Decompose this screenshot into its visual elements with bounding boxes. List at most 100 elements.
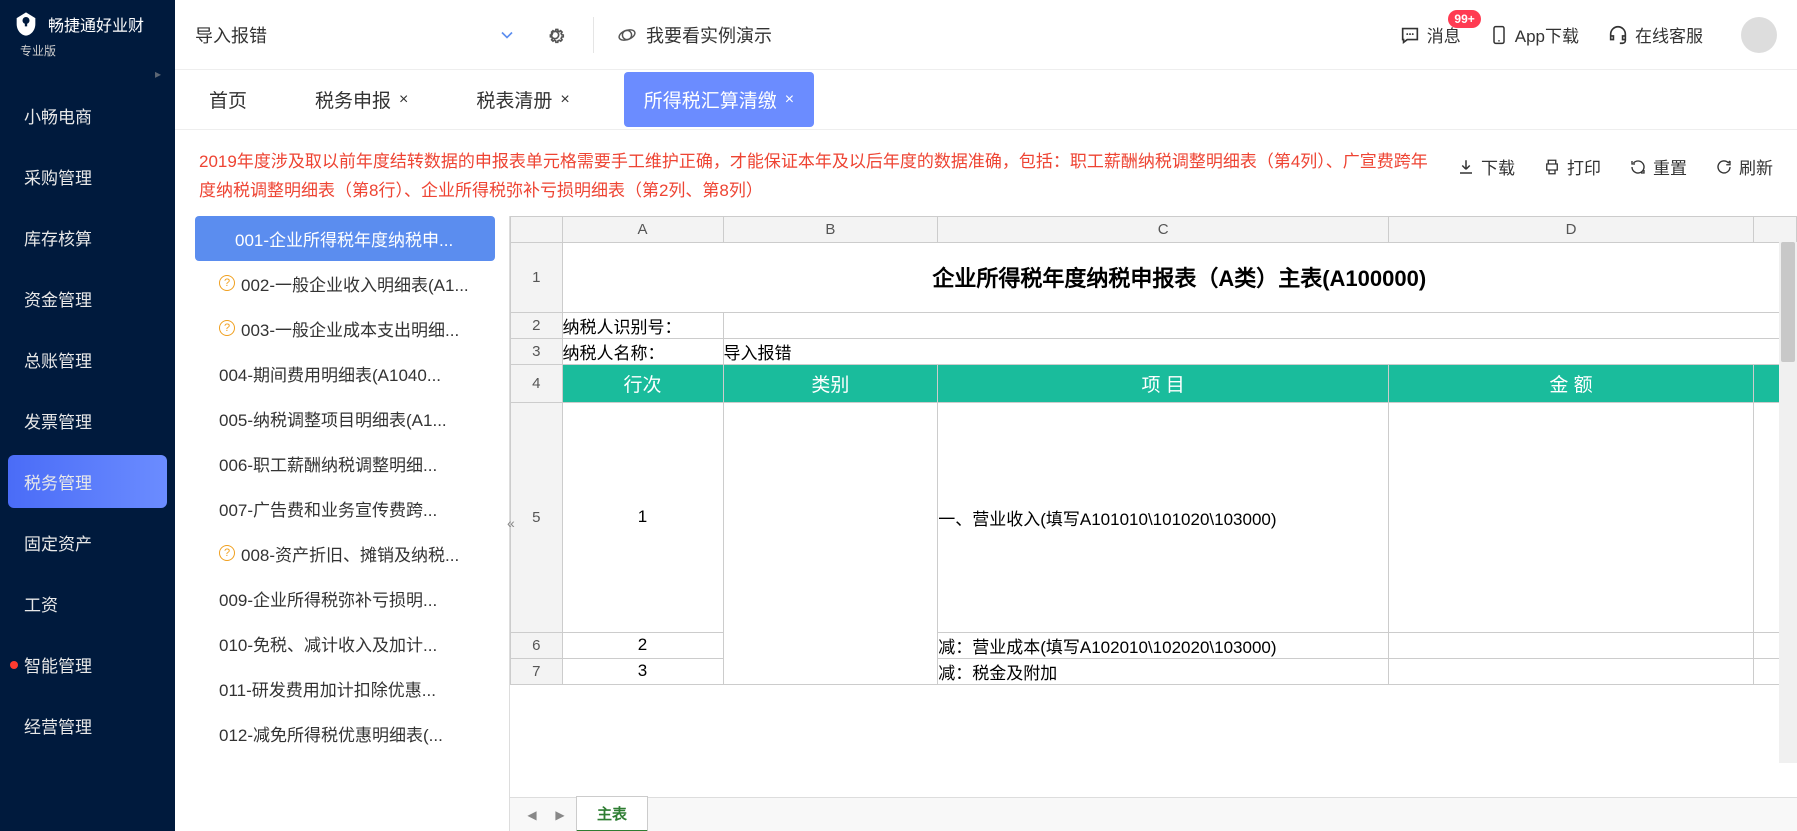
- gear-icon[interactable]: [539, 19, 571, 51]
- sidebar-item-label: 小畅电商: [24, 108, 92, 127]
- sidebar-item[interactable]: 工资: [0, 573, 175, 634]
- col-header[interactable]: A: [562, 216, 723, 242]
- sidebar-item-truncated[interactable]: [0, 67, 175, 85]
- cell[interactable]: [723, 402, 938, 684]
- cell[interactable]: 1: [562, 402, 723, 632]
- collapse-handle[interactable]: «: [507, 515, 515, 531]
- header-cell[interactable]: 行次: [562, 364, 723, 402]
- form-list-item[interactable]: 009-企业所得税弥补亏损明...: [195, 576, 495, 621]
- question-icon: ?: [219, 320, 235, 336]
- form-list-item[interactable]: 001-企业所得税年度纳税申...: [195, 216, 495, 261]
- col-header[interactable]: [1754, 216, 1797, 242]
- message-icon: [1399, 24, 1421, 46]
- sheet-corner[interactable]: [511, 216, 563, 242]
- sidebar-item-label: 固定资产: [24, 535, 92, 554]
- sidebar-item[interactable]: 固定资产: [0, 512, 175, 573]
- form-list-item[interactable]: 006-职工薪酬纳税调整明细...: [195, 441, 495, 486]
- avatar[interactable]: [1741, 17, 1777, 53]
- row-header[interactable]: 6: [511, 632, 563, 658]
- cell[interactable]: 纳税人识别号：: [562, 312, 723, 338]
- sidebar-item[interactable]: 采购管理: [0, 146, 175, 207]
- form-list-item[interactable]: ?003-一般企业成本支出明细...: [195, 306, 495, 351]
- tab-label: 所得税汇算清缴: [644, 86, 777, 113]
- row-header[interactable]: 4: [511, 364, 563, 402]
- cell[interactable]: [1389, 402, 1754, 632]
- print-button[interactable]: 打印: [1543, 154, 1601, 179]
- row-header[interactable]: 2: [511, 312, 563, 338]
- warning-text: 2019年度涉及取以前年度结转数据的申报表单元格需要手工维护正确，才能保证本年及…: [199, 148, 1437, 206]
- close-icon[interactable]: ×: [785, 91, 794, 109]
- form-item-label: 004-期间费用明细表(A1040...: [219, 361, 441, 386]
- page-tab[interactable]: 首页: [195, 76, 261, 123]
- vertical-scrollbar[interactable]: [1779, 242, 1797, 763]
- form-list-item[interactable]: 012-减免所得税优惠明细表(...: [195, 711, 495, 756]
- page-tab[interactable]: 所得税汇算清缴 ×: [624, 72, 814, 127]
- header-cell[interactable]: 项 目: [938, 364, 1389, 402]
- cell[interactable]: 3: [562, 658, 723, 684]
- cell[interactable]: 一、营业收入(填写A101010\101020\103000): [938, 402, 1389, 632]
- demo-link-label: 我要看实例演示: [646, 22, 772, 48]
- sidebar-item[interactable]: 总账管理: [0, 329, 175, 390]
- row-header[interactable]: 1: [511, 242, 563, 312]
- form-list-item[interactable]: 010-免税、减计收入及加计...: [195, 621, 495, 666]
- sheet-title[interactable]: 企业所得税年度纳税申报表（A类）主表(A100000): [562, 242, 1796, 312]
- form-list-item[interactable]: 011-研发费用加计扣除优惠...: [195, 666, 495, 711]
- row-header[interactable]: 5: [511, 402, 563, 632]
- form-item-label: 008-资产折旧、摊销及纳税...: [241, 541, 459, 566]
- page-tab[interactable]: 税表清册×: [462, 76, 583, 123]
- sidebar-item[interactable]: 税务管理: [8, 455, 167, 508]
- sidebar-item-label: 经营管理: [24, 718, 92, 737]
- col-header[interactable]: D: [1389, 216, 1754, 242]
- app-download-button[interactable]: App下载: [1489, 22, 1579, 47]
- question-icon: ?: [219, 545, 235, 561]
- sidebar-item[interactable]: 经营管理: [0, 695, 175, 756]
- sheet-table[interactable]: A B C D 1 企业所得税年度纳税申报表（A类）主表(A100000) 2: [510, 216, 1797, 685]
- reset-button[interactable]: 重置: [1629, 154, 1687, 179]
- sidebar-item[interactable]: 智能管理: [0, 634, 175, 695]
- tab-label: 首页: [209, 86, 247, 113]
- sidebar-item[interactable]: 资金管理: [0, 268, 175, 329]
- form-list-item[interactable]: 004-期间费用明细表(A1040...: [195, 351, 495, 396]
- cell[interactable]: [1389, 632, 1754, 658]
- close-icon[interactable]: ×: [399, 91, 408, 109]
- demo-link[interactable]: 我要看实例演示: [616, 22, 772, 48]
- sheet-tab-prev[interactable]: ◀: [520, 808, 544, 822]
- divider: [593, 17, 594, 53]
- sidebar-item[interactable]: 库存核算: [0, 207, 175, 268]
- chevron-down-icon[interactable]: [491, 19, 523, 51]
- brand-icon: [12, 10, 40, 38]
- headset-icon: [1607, 24, 1629, 46]
- row-header[interactable]: 3: [511, 338, 563, 364]
- cell[interactable]: 减：营业成本(填写A102010\102020\103000): [938, 632, 1389, 658]
- close-icon[interactable]: ×: [560, 91, 569, 109]
- form-list-item[interactable]: ?002-一般企业收入明细表(A1...: [195, 261, 495, 306]
- cell[interactable]: 2: [562, 632, 723, 658]
- header-cell[interactable]: 金 额: [1389, 364, 1754, 402]
- col-header[interactable]: B: [723, 216, 938, 242]
- topbar: 导入报错 我要看实例演示 消息 99+: [175, 0, 1797, 70]
- download-button[interactable]: 下载: [1457, 154, 1515, 179]
- sheet-tab[interactable]: 主表: [576, 796, 648, 831]
- row-header[interactable]: 7: [511, 658, 563, 684]
- message-button[interactable]: 消息 99+: [1399, 22, 1461, 47]
- sheet-tab-next[interactable]: ▶: [548, 808, 572, 822]
- sidebar-item[interactable]: 小畅电商: [0, 85, 175, 146]
- form-list-item[interactable]: 007-广告费和业务宣传费跨...: [195, 486, 495, 531]
- refresh-button[interactable]: 刷新: [1715, 154, 1773, 179]
- reset-icon: [1629, 158, 1647, 176]
- cell[interactable]: 减：税金及附加: [938, 658, 1389, 684]
- sidebar-item-label: 税务管理: [24, 474, 92, 493]
- col-header[interactable]: C: [938, 216, 1389, 242]
- page-tab[interactable]: 税务申报×: [301, 76, 422, 123]
- form-list-item[interactable]: 005-纳税调整项目明细表(A1...: [195, 396, 495, 441]
- cell[interactable]: 纳税人名称：: [562, 338, 723, 364]
- online-service-button[interactable]: 在线客服: [1607, 22, 1703, 47]
- cell[interactable]: [723, 312, 1796, 338]
- cell[interactable]: 导入报错: [723, 338, 1796, 364]
- print-icon: [1543, 158, 1561, 176]
- form-list-item[interactable]: ? 008-资产折旧、摊销及纳税...: [195, 531, 495, 576]
- header-cell[interactable]: 类别: [723, 364, 938, 402]
- sidebar-item[interactable]: 发票管理: [0, 390, 175, 451]
- cell[interactable]: [1389, 658, 1754, 684]
- search-input[interactable]: 导入报错: [195, 22, 475, 48]
